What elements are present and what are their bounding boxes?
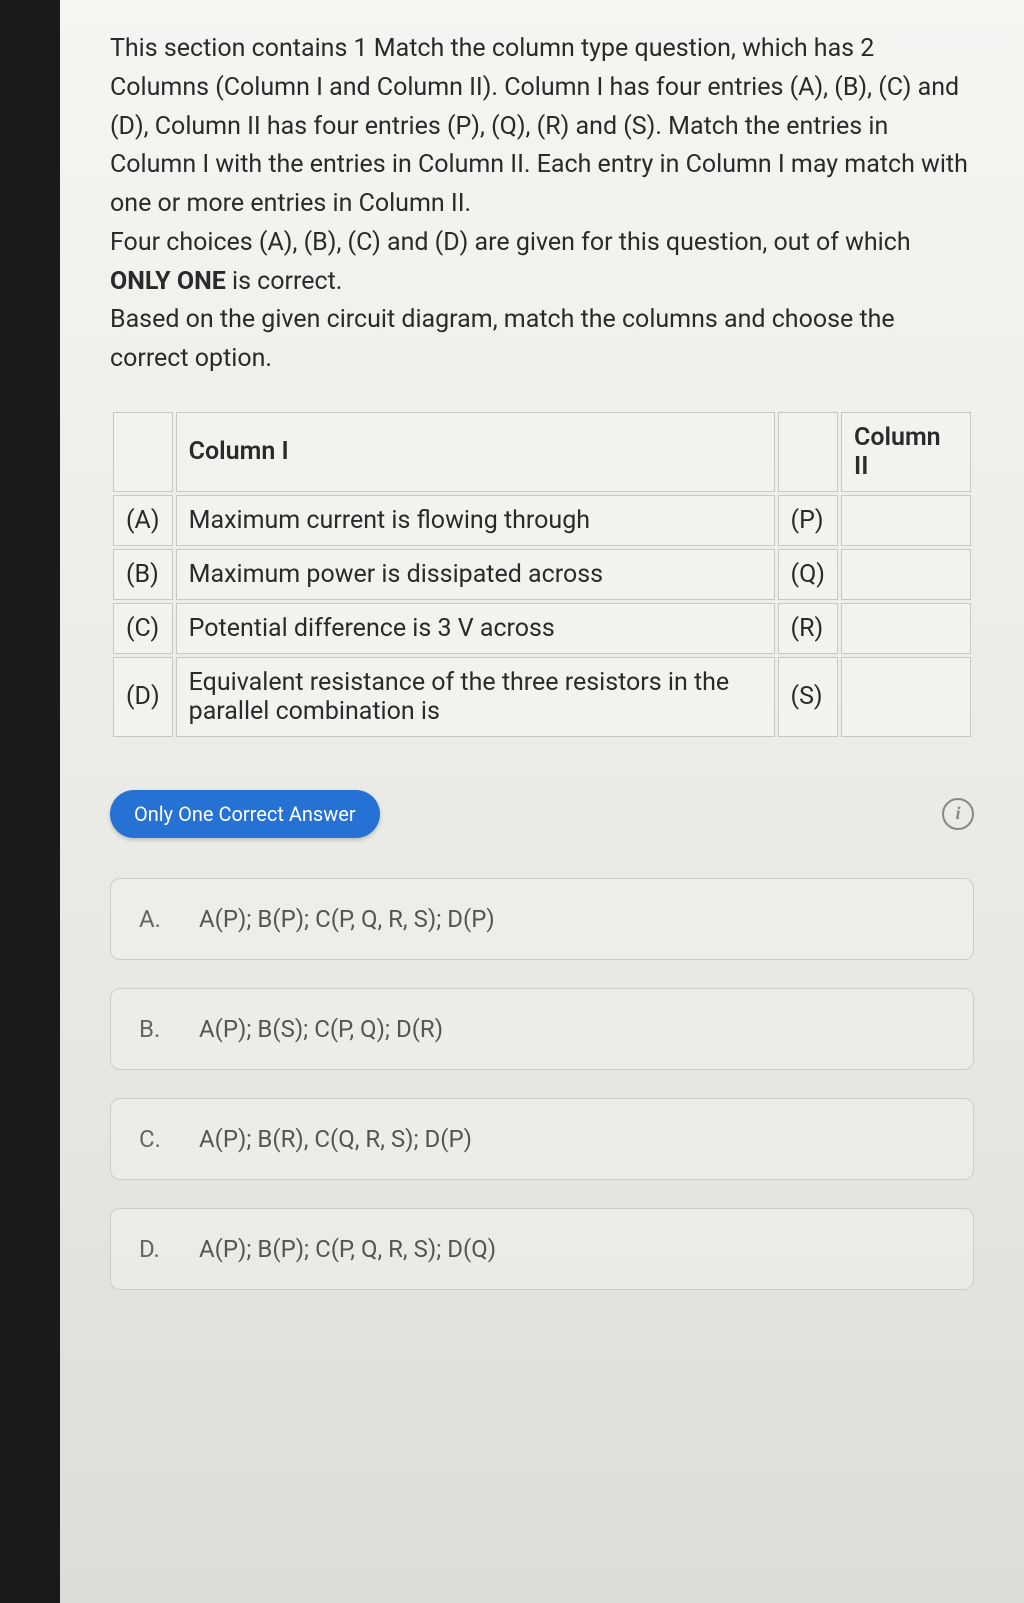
option-b[interactable]: B. A(P); B(S); C(P, Q); D(R)	[110, 988, 974, 1070]
row-letter-r: (R)	[778, 603, 838, 654]
option-text: A(P); B(S); C(P, Q); D(R)	[199, 1015, 443, 1043]
option-d[interactable]: D. A(P); B(P); C(P, Q, R, S); D(Q)	[110, 1208, 974, 1290]
column-2-header: Column II	[841, 412, 971, 492]
header-spacer	[778, 412, 838, 492]
row-text-a: Maximum current is flowing through	[176, 495, 775, 546]
table-row: (A) Maximum current is flowing through (…	[113, 495, 971, 546]
option-letter: D.	[139, 1235, 169, 1263]
row-text-c: Potential difference is 3 V across	[176, 603, 775, 654]
instruction-paragraph-1: This section contains 1 Match the column…	[110, 30, 974, 224]
table-row: (B) Maximum power is dissipated across (…	[113, 549, 971, 600]
header-spacer	[113, 412, 173, 492]
option-letter: B.	[139, 1015, 169, 1043]
column-1-header: Column I	[176, 412, 775, 492]
table-row: (D) Equivalent resistance of the three r…	[113, 657, 971, 737]
match-columns-table: Column I Column II (A) Maximum current i…	[110, 409, 974, 740]
row-text-b: Maximum power is dissipated across	[176, 549, 775, 600]
row-letter-c: (C)	[113, 603, 173, 654]
option-letter: A.	[139, 905, 169, 933]
row-text-p	[841, 495, 971, 546]
row-letter-a: (A)	[113, 495, 173, 546]
row-letter-p: (P)	[778, 495, 838, 546]
option-c[interactable]: C. A(P); B(R), C(Q, R, S); D(P)	[110, 1098, 974, 1180]
instruction-paragraph-2: Four choices (A), (B), (C) and (D) are g…	[110, 224, 974, 302]
instruction-text: Four choices (A), (B), (C) and (D) are g…	[110, 228, 911, 257]
instruction-text: is correct.	[226, 267, 343, 296]
row-letter-q: (Q)	[778, 549, 838, 600]
option-letter: C.	[139, 1125, 169, 1153]
option-text: A(P); B(P); C(P, Q, R, S); D(P)	[199, 905, 495, 933]
instructions-block: This section contains 1 Match the column…	[110, 30, 974, 379]
option-a[interactable]: A. A(P); B(P); C(P, Q, R, S); D(P)	[110, 878, 974, 960]
table-row: (C) Potential difference is 3 V across (…	[113, 603, 971, 654]
info-icon[interactable]: i	[942, 798, 974, 830]
row-letter-b: (B)	[113, 549, 173, 600]
row-text-q	[841, 549, 971, 600]
row-letter-s: (S)	[778, 657, 838, 737]
table-header-row: Column I Column II	[113, 412, 971, 492]
only-one-emphasis: ONLY ONE	[110, 267, 226, 296]
instruction-paragraph-3: Based on the given circuit diagram, matc…	[110, 301, 974, 379]
question-page: This section contains 1 Match the column…	[60, 0, 1024, 1603]
badge-row: Only One Correct Answer i	[110, 790, 974, 838]
row-text-d: Equivalent resistance of the three resis…	[176, 657, 775, 737]
row-text-r	[841, 603, 971, 654]
option-text: A(P); B(R), C(Q, R, S); D(P)	[199, 1125, 472, 1153]
row-text-s	[841, 657, 971, 737]
option-text: A(P); B(P); C(P, Q, R, S); D(Q)	[199, 1235, 496, 1263]
answer-options: A. A(P); B(P); C(P, Q, R, S); D(P) B. A(…	[110, 878, 974, 1290]
answer-type-badge: Only One Correct Answer	[110, 790, 380, 838]
row-letter-d: (D)	[113, 657, 173, 737]
